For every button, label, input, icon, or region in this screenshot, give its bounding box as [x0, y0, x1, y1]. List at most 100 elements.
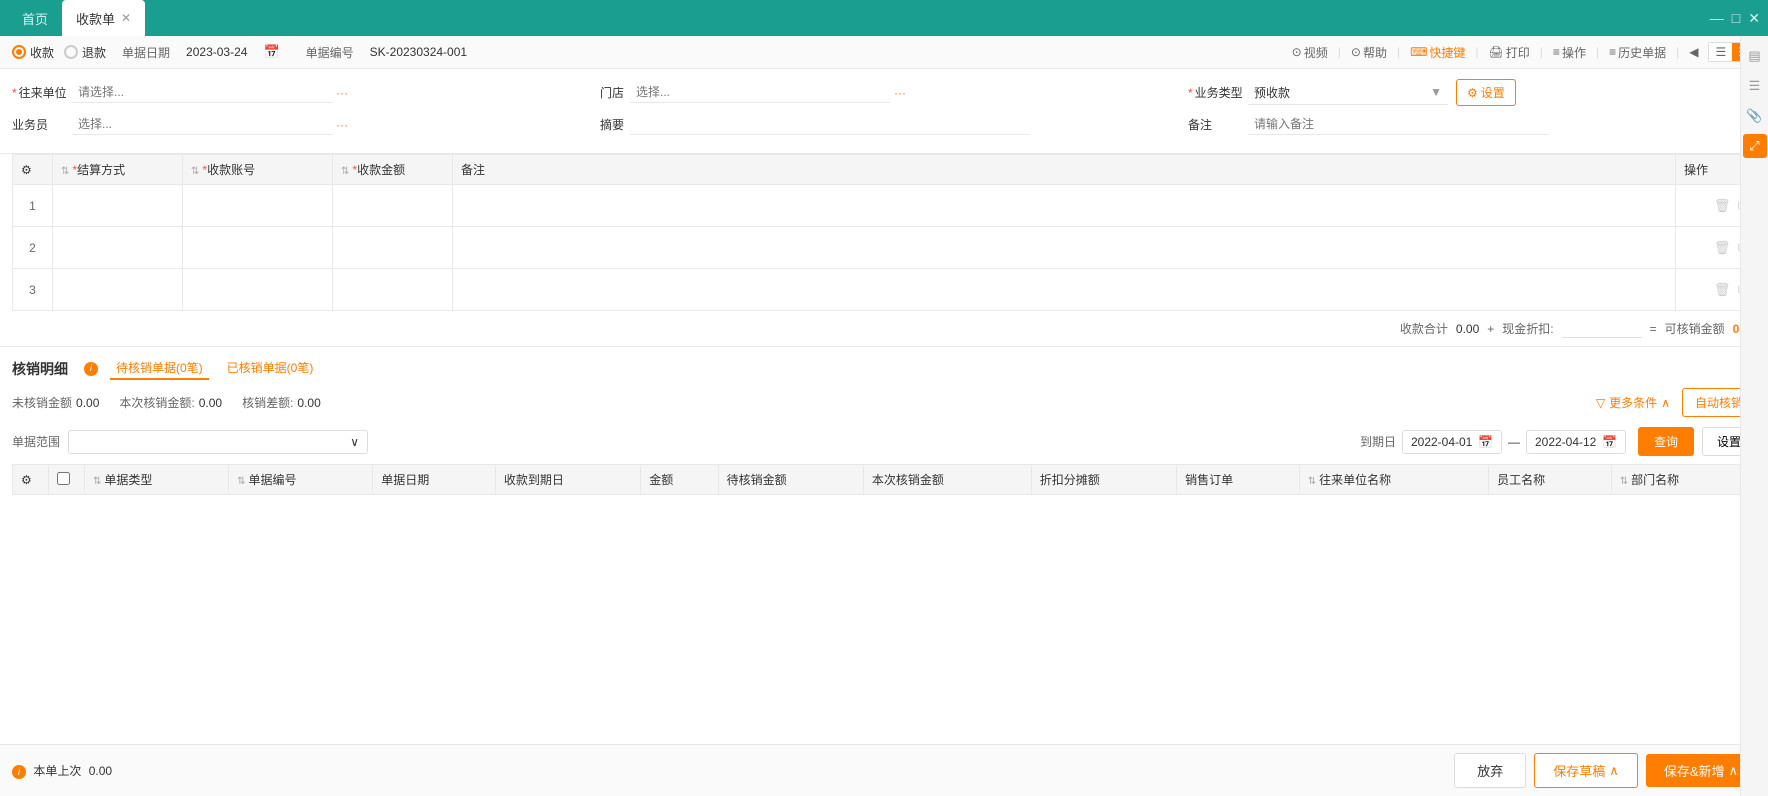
row-2-amount[interactable] [333, 227, 453, 269]
window-close-icon[interactable]: ✕ [1748, 10, 1760, 27]
filter-actions: 查询 设置 [1638, 427, 1756, 456]
sidebar-clip-icon[interactable]: 📎 [1743, 104, 1767, 128]
abandon-button[interactable]: 放弃 [1454, 753, 1526, 788]
sidebar-expand-icon[interactable]: ⤢ [1743, 134, 1767, 158]
row-3-amount[interactable] [333, 269, 453, 311]
vcol-counter: ⇅往来单位名称 [1299, 465, 1488, 495]
shortcut-btn[interactable]: ⌨ 快捷键 [1410, 44, 1465, 61]
table-method-header: ⇅*结算方式 [53, 155, 183, 185]
vcol-dept: ⇅部门名称 [1611, 465, 1755, 495]
note-input[interactable] [1248, 114, 1548, 135]
radio-receipt-label: 收款 [30, 44, 54, 61]
radio-receipt[interactable]: 收款 [12, 44, 54, 61]
calendar-icon-2: 📅 [1602, 435, 1617, 449]
discount-input[interactable] [1562, 319, 1642, 338]
more-conditions-btn[interactable]: ▽ 更多条件 ∧ [1596, 394, 1670, 411]
row-2-method[interactable] [53, 227, 183, 269]
sidebar-table-icon[interactable]: ▤ [1743, 44, 1767, 68]
row-2-delete-icon[interactable]: 🗑 [1714, 240, 1731, 255]
salesperson-input[interactable] [72, 114, 332, 135]
summary-field: 摘要 [600, 114, 1168, 135]
vcol-no: ⇅单据编号 [229, 465, 373, 495]
date-to-input[interactable]: 2022-04-12 📅 [1526, 430, 1626, 454]
row-3-account[interactable] [183, 269, 333, 311]
row-1-account[interactable] [183, 185, 333, 227]
radio-refund[interactable]: 退款 [64, 44, 106, 61]
counter-party-input[interactable] [72, 82, 332, 103]
vcol-current: 本次核销金额 [863, 465, 1031, 495]
note-label: 备注 [1188, 116, 1248, 133]
vcol-employee: 员工名称 [1489, 465, 1612, 495]
date-icon[interactable]: 📅 [263, 44, 279, 60]
window-minimize-icon[interactable]: — [1710, 10, 1724, 27]
radio-group: 收款 退款 [12, 44, 106, 61]
row-3-method[interactable] [53, 269, 183, 311]
tab-done[interactable]: 已核销单据(0笔) [221, 357, 320, 380]
operation-btn[interactable]: ≡ 操作 [1553, 44, 1586, 61]
row-3-delete-icon[interactable]: 🗑 [1714, 282, 1731, 297]
summary-input[interactable] [630, 114, 1030, 135]
data-table-wrap: ⚙ ⇅*结算方式 ⇅*收款账号 ⇅*收款金额 备注 操作 1 🗑 [0, 154, 1768, 311]
row-1-method[interactable] [53, 185, 183, 227]
shop-label: 门店 [600, 84, 630, 101]
tab-home[interactable]: 首页 [8, 0, 62, 36]
summary-label: 摘要 [600, 116, 630, 133]
window-controls: — □ ✕ [1710, 10, 1760, 27]
query-button[interactable]: 查询 [1638, 427, 1694, 456]
help-btn[interactable]: ⊙ 帮助 [1351, 44, 1387, 61]
salesperson-label: 业务员 [12, 116, 72, 133]
filter-group: 单据范围 ∨ [12, 430, 1348, 454]
table-settings-header[interactable]: ⚙ [13, 155, 53, 185]
select-all-checkbox[interactable] [57, 472, 70, 485]
bottom-bar: i 本单上次 0.00 放弃 保存草稿 ∧ 保存&新增 ∧ [0, 744, 1768, 796]
radio-receipt-dot [12, 45, 26, 59]
bottom-info-icon: i [12, 765, 26, 779]
video-btn[interactable]: ⊙ 视频 [1292, 44, 1328, 61]
equals-sign: = [1650, 322, 1657, 336]
business-type-select[interactable]: 预收款 ▼ [1248, 81, 1448, 105]
diff-label: 核销差额: [242, 394, 293, 411]
per-page-label: 本单上次 [33, 764, 81, 778]
filter-icon: ▽ [1596, 396, 1605, 410]
counter-party-more[interactable]: ··· [336, 86, 348, 100]
salesperson-more[interactable]: ··· [336, 118, 348, 132]
chevron-up-icon: ∧ [1661, 396, 1670, 410]
vcol-gear[interactable]: ⚙ [13, 465, 49, 495]
sidebar-list-icon[interactable]: ☰ [1743, 74, 1767, 98]
note-field: 备注 [1188, 114, 1756, 135]
right-sidebar: ▤ ☰ 📎 ⤢ [1740, 36, 1768, 796]
row-1-delete-icon[interactable]: 🗑 [1714, 198, 1731, 213]
unverified-value: 0.00 [76, 396, 99, 410]
tab-receipt[interactable]: 收款单 ✕ [62, 0, 145, 36]
filter-row: 单据范围 ∨ 到期日 2022-04-01 📅 — 2022-04-12 📅 [12, 427, 1756, 456]
date-range: 到期日 2022-04-01 📅 — 2022-04-12 📅 [1360, 430, 1626, 454]
save-draft-button[interactable]: 保存草稿 ∧ [1534, 753, 1638, 788]
business-type-label: *业务类型 [1188, 84, 1248, 101]
date-from-input[interactable]: 2022-04-01 📅 [1402, 430, 1502, 454]
prev-icon[interactable]: ◀ [1689, 45, 1698, 59]
date-separator: — [1508, 435, 1520, 449]
row-2-remark[interactable] [453, 227, 1676, 269]
due-label: 到期日 [1360, 433, 1396, 450]
shop-input[interactable] [630, 82, 890, 103]
history-btn[interactable]: ≡ 历史单据 [1609, 44, 1666, 61]
available-label: 可核销金额 [1665, 320, 1725, 337]
row-1-amount[interactable] [333, 185, 453, 227]
settings-button[interactable]: ⚙ 设置 [1456, 79, 1516, 106]
shop-more[interactable]: ··· [894, 86, 906, 100]
list-view-btn[interactable]: ☰ [1709, 43, 1732, 61]
tab-pending[interactable]: 待核销单据(0笔) [110, 357, 209, 380]
range-select[interactable]: ∨ [68, 430, 368, 454]
table-account-header: ⇅*收款账号 [183, 155, 333, 185]
print-btn[interactable]: 🖨 打印 [1489, 44, 1530, 61]
current-value: 0.00 [199, 396, 222, 410]
row-2-account[interactable] [183, 227, 333, 269]
row-3-remark[interactable] [453, 269, 1676, 311]
window-maximize-icon[interactable]: □ [1732, 10, 1740, 27]
row-1-remark[interactable] [453, 185, 1676, 227]
table-row: 2 🗑 ⧉ [13, 227, 1756, 269]
tab-close-icon[interactable]: ✕ [121, 11, 131, 25]
vcol-check[interactable] [49, 465, 85, 495]
row-2-no: 2 [13, 227, 53, 269]
verify-title: 核销明细 [12, 359, 68, 379]
